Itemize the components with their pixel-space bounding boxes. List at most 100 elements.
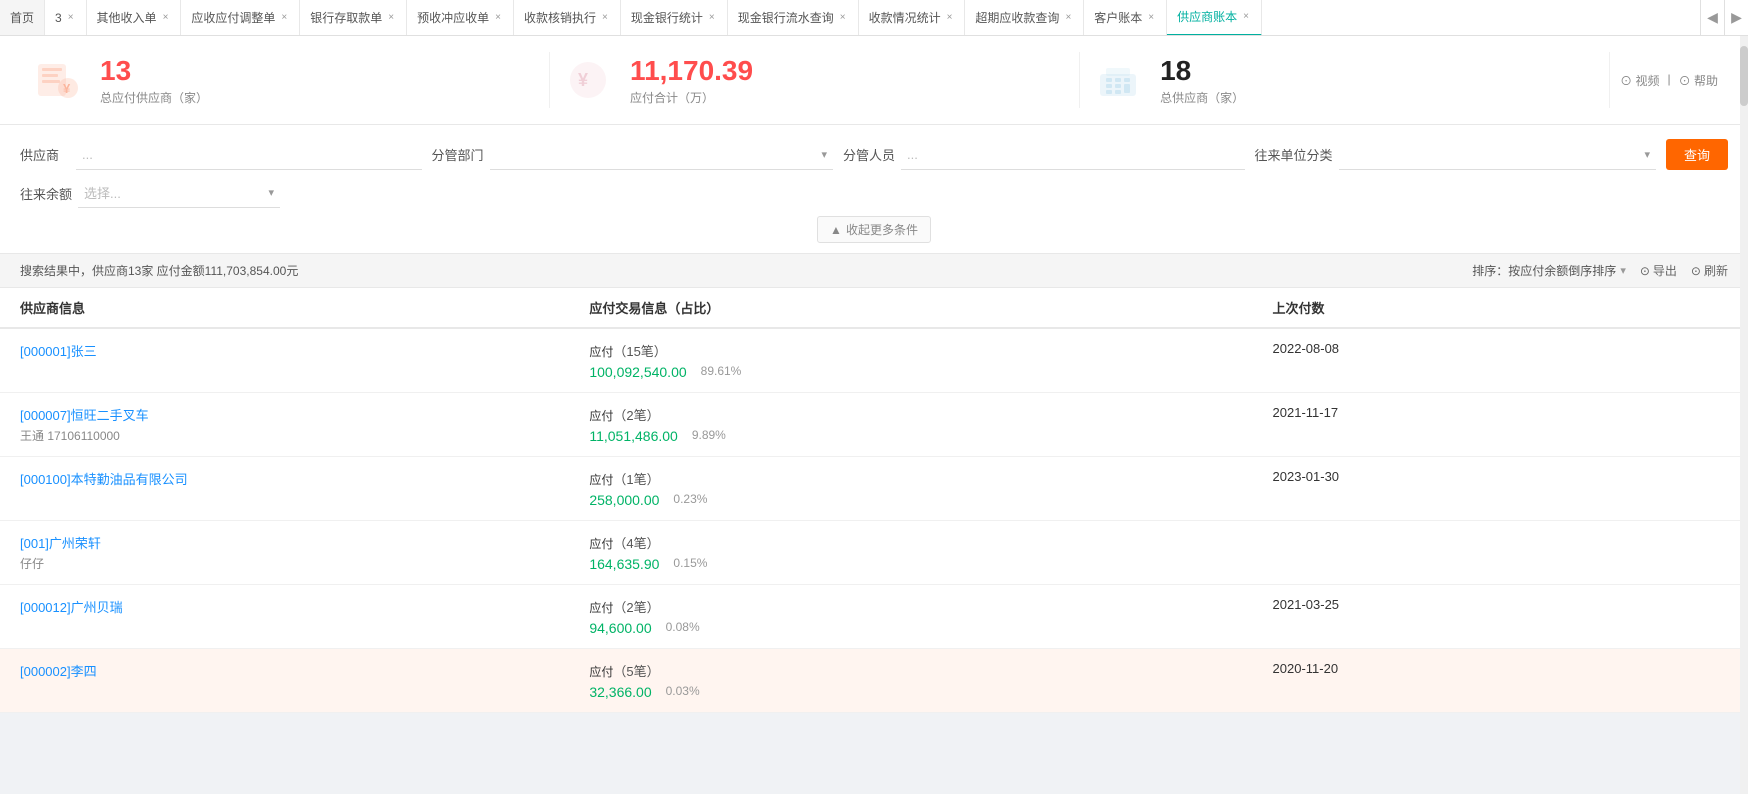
tx-count-label: （15笔） xyxy=(613,344,666,359)
nav-tab-label: 首页 xyxy=(10,9,34,26)
query-button[interactable]: 查询 xyxy=(1666,139,1728,170)
nav-tab-label: 其他收入单 xyxy=(97,9,157,26)
nav-left-arrow[interactable]: ◀ xyxy=(1700,0,1724,36)
tx-type-label: 应付 xyxy=(589,409,613,423)
amount-payable-icon: ¥ xyxy=(560,52,616,108)
scrollbar-track[interactable] xyxy=(1740,36,1748,794)
tx-amount-value[interactable]: 258,000.00 xyxy=(589,492,659,508)
tx-label-row: 应付（4笔） xyxy=(589,533,1272,552)
supplier-info-cell: [001]广州荣轩仔仔 xyxy=(20,533,589,572)
nav-tab-supplier-ledger[interactable]: 供应商账本 × xyxy=(1167,0,1262,36)
total-supplier-label: 总供应商（家） xyxy=(1160,89,1244,106)
tx-type-label: 应付 xyxy=(589,537,613,551)
supplier-name-link[interactable]: [001]广州荣轩 xyxy=(20,536,101,551)
person-filter-input[interactable] xyxy=(901,140,1244,170)
transaction-info-cell: 应付（2笔） 94,600.00 0.08% xyxy=(589,597,1272,636)
category-filter-select[interactable]: ▾ xyxy=(1339,140,1656,170)
tx-type-label: 应付 xyxy=(589,665,613,679)
nav-tab-collection-stat[interactable]: 收款情况统计× xyxy=(859,0,966,36)
nav-right-arrow[interactable]: ▶ xyxy=(1724,0,1748,36)
nav-tab-label: 3 xyxy=(55,11,62,25)
supplier-filter-input[interactable] xyxy=(76,140,422,170)
nav-tab-cash-bank-flow[interactable]: 现金银行流水查询× xyxy=(728,0,859,36)
nav-tab-other-income[interactable]: 其他收入单 × xyxy=(87,0,182,36)
tab-close-icon[interactable]: × xyxy=(1241,11,1251,22)
tx-amount-value[interactable]: 164,635.90 xyxy=(589,556,659,572)
supplier-name-link[interactable]: [000001]张三 xyxy=(20,344,97,359)
tx-label-row: 应付（2笔） xyxy=(589,597,1272,616)
supplier-name-link[interactable]: [000002]李四 xyxy=(20,664,97,679)
nav-tab-overdue-ar[interactable]: 超期应收款查询 × xyxy=(965,0,1084,36)
tx-type-label: 应付 xyxy=(589,473,613,487)
summary-info-payable: 13 总应付供应商（家） xyxy=(100,54,208,107)
total-supplier-count: 18 xyxy=(1160,54,1244,88)
nav-tab-home[interactable]: 首页 xyxy=(0,0,45,36)
table-row: [000100]本特勤油品有限公司应付（1笔）258,000.000.23%20… xyxy=(0,457,1748,521)
tab-close-icon[interactable]: × xyxy=(161,12,171,23)
filter-group-balance: 往来余额 选择... ▾ xyxy=(20,178,280,208)
supplier-info-cell: [000012]广州贝瑞 xyxy=(20,597,589,616)
dept-chevron-icon: ▾ xyxy=(821,148,827,161)
nav-tab-customer-ledger[interactable]: 客户账本 × xyxy=(1084,0,1167,36)
tab-close-icon[interactable]: × xyxy=(600,12,610,23)
video-link[interactable]: ⊙ 视频 xyxy=(1620,72,1659,89)
tab-close-icon[interactable]: × xyxy=(66,12,76,23)
supplier-name-link[interactable]: [000007]恒旺二手叉车 xyxy=(20,408,149,423)
filter-row-1: 供应商 分管部门 ▾ 分管人员 往来单位分类 ▾ 查询 xyxy=(20,139,1728,170)
tx-amount-row: 32,366.000.03% xyxy=(589,682,1272,700)
supplier-name-link[interactable]: [000100]本特勤油品有限公司 xyxy=(20,472,188,487)
dept-filter-select[interactable]: ▾ xyxy=(490,140,833,170)
tab-close-icon[interactable]: × xyxy=(1146,12,1156,23)
tx-amount-value[interactable]: 32,366.00 xyxy=(589,684,651,700)
tx-amount-value[interactable]: 11,051,486.00 xyxy=(589,428,678,444)
tx-label-row: 应付（1笔） xyxy=(589,469,1272,488)
tx-amount-value[interactable]: 100,092,540.00 xyxy=(589,364,686,380)
supplier-table: 供应商信息 应付交易信息（占比） 上次付数 [000001]张三应付（15笔）1… xyxy=(0,288,1748,713)
table-row: [000007]恒旺二手叉车王通 17106110000应付（2笔）11,051… xyxy=(0,393,1748,457)
tab-close-icon[interactable]: × xyxy=(1063,12,1073,23)
tx-percent-value: 0.08% xyxy=(666,620,700,634)
nav-tab-bank-deposit[interactable]: 银行存取款单× xyxy=(300,0,407,36)
tx-count-label: （2笔） xyxy=(613,408,659,423)
tab-close-icon[interactable]: × xyxy=(838,12,848,23)
sort-select[interactable]: 排序：按应付余额倒序排序 ▾ xyxy=(1472,262,1626,279)
export-icon: ⊙ xyxy=(1640,264,1650,278)
export-button[interactable]: ⊙ 导出 xyxy=(1640,262,1677,279)
col-header-transaction: 应付交易信息（占比） xyxy=(589,298,1272,317)
summary-card-total-suppliers: 18 总供应商（家） xyxy=(1080,52,1610,108)
collapse-arrow-icon: ▲ xyxy=(830,223,842,237)
tx-count-label: （2笔） xyxy=(613,600,659,615)
scrollbar-thumb[interactable] xyxy=(1740,46,1748,106)
nav-tab-label: 供应商账本 xyxy=(1177,8,1237,25)
nav-tab-tab3[interactable]: 3× xyxy=(45,0,87,36)
tx-count-label: （5笔） xyxy=(613,664,659,679)
tab-close-icon[interactable]: × xyxy=(707,12,717,23)
result-bar: 搜索结果中，供应商13家 应付金额111,703,854.00元 排序：按应付余… xyxy=(0,254,1748,288)
supplier-payable-icon: ¥ xyxy=(30,52,86,108)
supplier-info-cell: [000100]本特勤油品有限公司 xyxy=(20,469,589,488)
summary-bar: ¥ 13 总应付供应商（家） ¥ 11,170.39 应付合计（万） xyxy=(0,36,1748,125)
collapse-button[interactable]: ▲ 收起更多条件 xyxy=(817,216,931,243)
tab-close-icon[interactable]: × xyxy=(493,12,503,23)
balance-filter-select[interactable]: 选择... ▾ xyxy=(78,178,280,208)
filter-area: 供应商 分管部门 ▾ 分管人员 往来单位分类 ▾ 查询 往来余额 选择 xyxy=(0,125,1748,254)
nav-tab-label: 现金银行统计 xyxy=(631,9,703,26)
tx-amount-value[interactable]: 94,600.00 xyxy=(589,620,651,636)
video-icon: ⊙ xyxy=(1620,74,1632,88)
nav-tab-prepay-offset[interactable]: 预收冲应收单× xyxy=(407,0,514,36)
nav-tab-cash-bank-stat[interactable]: 现金银行统计 × xyxy=(621,0,728,36)
tab-close-icon[interactable]: × xyxy=(945,12,955,23)
nav-tab-label: 客户账本 xyxy=(1094,9,1142,26)
tx-amount-row: 164,635.900.15% xyxy=(589,554,1272,572)
tab-close-icon[interactable]: × xyxy=(279,12,289,23)
supplier-name-link[interactable]: [000012]广州贝瑞 xyxy=(20,600,123,615)
divider: | xyxy=(1668,72,1671,86)
tab-close-icon[interactable]: × xyxy=(386,12,396,23)
help-link[interactable]: ⊙ 帮助 xyxy=(1679,72,1718,89)
category-filter-label: 往来单位分类 xyxy=(1255,145,1333,164)
nav-tab-label: 超期应收款查询 xyxy=(975,9,1059,26)
nav-tab-collection-verify[interactable]: 收款核销执行× xyxy=(514,0,621,36)
refresh-button[interactable]: ⊙ 刷新 xyxy=(1691,262,1728,279)
nav-tab-ar-ap-adjust[interactable]: 应收应付调整单× xyxy=(181,0,300,36)
tx-percent-value: 9.89% xyxy=(692,428,726,442)
